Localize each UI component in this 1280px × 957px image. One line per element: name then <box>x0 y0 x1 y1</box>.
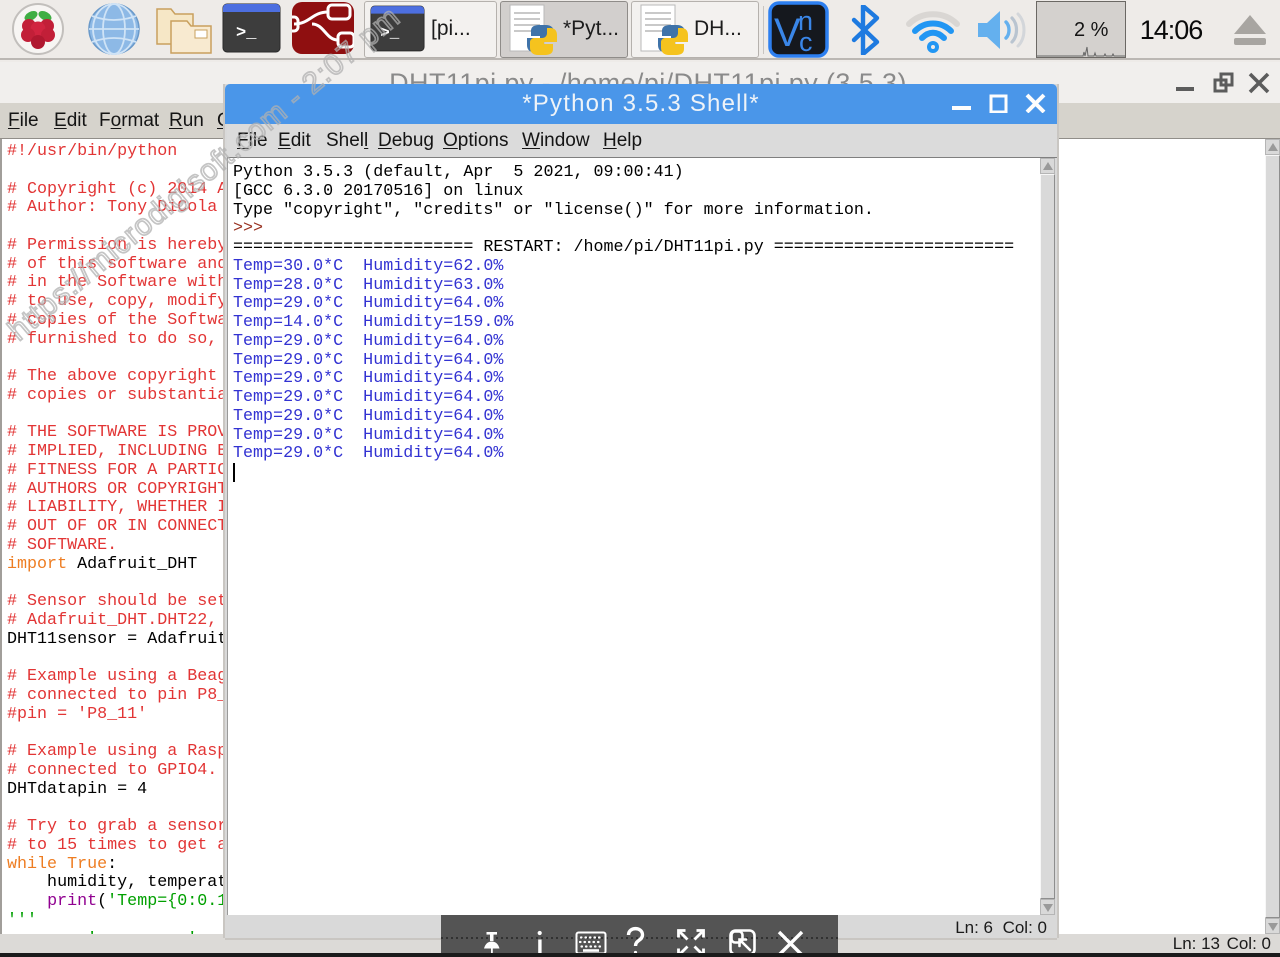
svg-text:c: c <box>799 27 813 57</box>
svg-text:V: V <box>774 11 801 55</box>
svg-text:>_: >_ <box>236 24 257 43</box>
